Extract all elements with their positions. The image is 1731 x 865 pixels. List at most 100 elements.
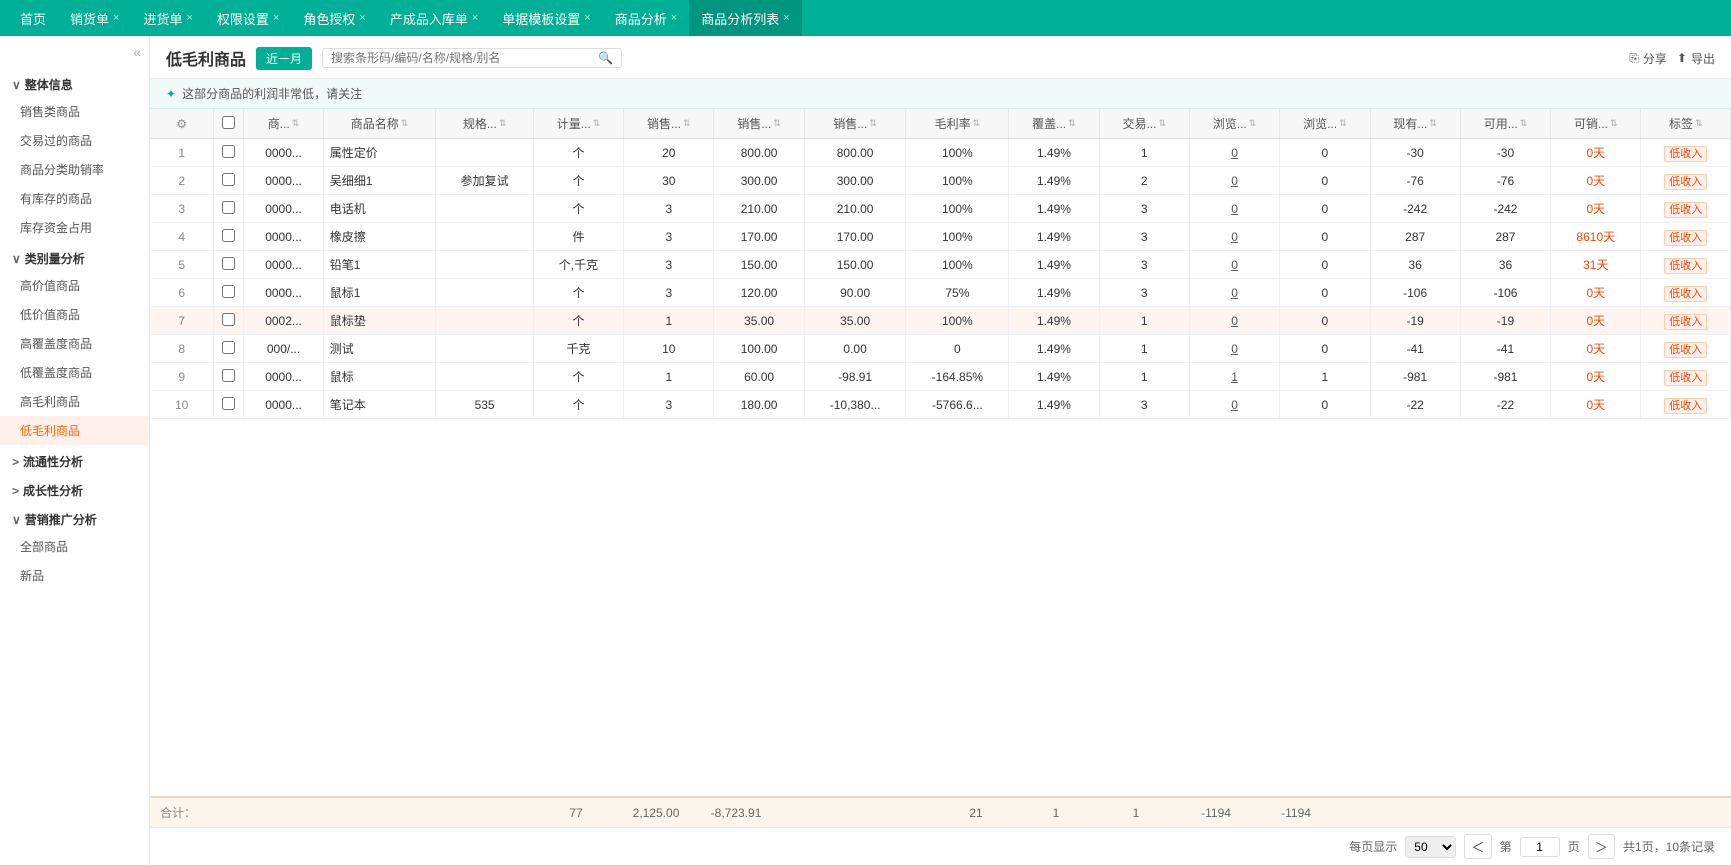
nav-close-icon[interactable]: ×: [186, 12, 192, 24]
sidebar-group-3[interactable]: > 成长性分析: [0, 474, 149, 503]
sort-icon-coverage[interactable]: ⇅: [1068, 118, 1076, 129]
share-button[interactable]: ⎘ 分享: [1629, 50, 1667, 67]
sidebar-item-全部商品[interactable]: 全部商品: [0, 532, 149, 561]
sidebar-item-低毛利商品[interactable]: 低毛利商品: [0, 416, 149, 445]
sort-icon-unit[interactable]: ⇅: [593, 118, 601, 129]
col-header-checkbox[interactable]: [214, 109, 244, 139]
sidebar-group-2[interactable]: > 流通性分析: [0, 445, 149, 474]
sidebar-group-1[interactable]: ∨ 类别量分析: [0, 242, 149, 271]
sidebar-item-新品[interactable]: 新品: [0, 561, 149, 590]
sort-icon-code[interactable]: ⇅: [292, 118, 300, 129]
row-checkbox-4[interactable]: [214, 251, 244, 279]
row-checkbox-0[interactable]: [214, 139, 244, 167]
row-checkbox-3[interactable]: [214, 223, 244, 251]
nav-close-icon[interactable]: ×: [113, 12, 119, 24]
sidebar-item-高价值商品[interactable]: 高价值商品: [0, 271, 149, 300]
search-input[interactable]: [331, 51, 598, 65]
cell-spec-6: [436, 307, 533, 335]
prev-page-button[interactable]: ＜: [1464, 834, 1491, 859]
filter-recent-month-button[interactable]: 近一月: [256, 47, 312, 70]
cell-stock-available-9: -22: [1460, 391, 1550, 419]
nav-close-icon[interactable]: ×: [584, 12, 590, 24]
search-icon[interactable]: 🔍: [598, 51, 613, 65]
cell-views1-4[interactable]: 0: [1189, 251, 1279, 279]
sidebar-group-0[interactable]: ∨ 整体信息: [0, 68, 149, 97]
sort-icon-views1[interactable]: ⇅: [1249, 118, 1257, 129]
nav-item-权限设置[interactable]: 权限设置×: [205, 0, 291, 36]
row-checkbox-6[interactable]: [214, 307, 244, 335]
row-checkbox-5[interactable]: [214, 279, 244, 307]
col-settings-icon[interactable]: ⚙: [176, 117, 187, 131]
cell-unit-6: 个: [533, 307, 623, 335]
sort-icon-stock_saleable[interactable]: ⇅: [1610, 118, 1618, 129]
nav-item-商品分析列表[interactable]: 商品分析列表×: [689, 0, 801, 36]
sort-icon-spec[interactable]: ⇅: [499, 118, 507, 129]
page-size-select[interactable]: 50 100 200: [1405, 836, 1456, 858]
sort-icon-gross_margin[interactable]: ⇅: [973, 118, 981, 129]
cell-trade-6: 1: [1099, 307, 1189, 335]
sidebar-item-库存资金占用[interactable]: 库存资金占用: [0, 213, 149, 242]
footer-views2: 1: [1096, 806, 1176, 820]
cell-views1-3[interactable]: 0: [1189, 223, 1279, 251]
sort-icon-tag[interactable]: ⇅: [1695, 118, 1703, 129]
page-number-input[interactable]: [1520, 837, 1560, 857]
nav-item-商品分析[interactable]: 商品分析×: [603, 0, 689, 36]
col-label-sales_qty: 销售...: [647, 115, 681, 132]
sidebar-item-商品分类助销率[interactable]: 商品分类助销率: [0, 155, 149, 184]
sidebar-group-4[interactable]: ∨ 营销推广分析: [0, 503, 149, 532]
cell-views1-7[interactable]: 0: [1189, 335, 1279, 363]
sort-icon-views2[interactable]: ⇅: [1339, 118, 1347, 129]
cell-views1-0[interactable]: 0: [1189, 139, 1279, 167]
cell-views1-5[interactable]: 0: [1189, 279, 1279, 307]
group-arrow-icon: >: [12, 455, 19, 469]
next-page-button[interactable]: ＞: [1588, 834, 1615, 859]
cell-views1-8[interactable]: 1: [1189, 363, 1279, 391]
nav-close-icon[interactable]: ×: [671, 12, 677, 24]
sidebar-item-交易过的商品[interactable]: 交易过的商品: [0, 126, 149, 155]
row-checkbox-8[interactable]: [214, 363, 244, 391]
sort-icon-sales_price[interactable]: ⇅: [773, 118, 781, 129]
nav-item-角色授权[interactable]: 角色授权×: [291, 0, 377, 36]
cell-sales-qty-2: 3: [624, 195, 714, 223]
cell-sales-price-7: 100.00: [714, 335, 804, 363]
sort-icon-sales_qty[interactable]: ⇅: [683, 118, 691, 129]
nav-item-进货单[interactable]: 进货单×: [131, 0, 204, 36]
nav-close-icon[interactable]: ×: [783, 12, 789, 24]
row-checkbox-9[interactable]: [214, 391, 244, 419]
sort-icon-stock_current[interactable]: ⇅: [1429, 118, 1437, 129]
select-all-checkbox[interactable]: [222, 116, 235, 129]
nav-close-icon[interactable]: ×: [472, 12, 478, 24]
sort-icon-name[interactable]: ⇅: [401, 118, 409, 129]
sort-icon-stock_available[interactable]: ⇅: [1520, 118, 1528, 129]
row-checkbox-1[interactable]: [214, 167, 244, 195]
cell-trade-2: 3: [1099, 195, 1189, 223]
sidebar-item-有库存的商品[interactable]: 有库存的商品: [0, 184, 149, 213]
cell-gross-margin-9: -5766.6...: [906, 391, 1009, 419]
sidebar-collapse-button[interactable]: «: [0, 36, 149, 68]
col-header-settings[interactable]: ⚙: [150, 109, 214, 139]
sidebar-item-高毛利商品[interactable]: 高毛利商品: [0, 387, 149, 416]
nav-close-icon[interactable]: ×: [359, 12, 365, 24]
col-header-views1: 浏览...⇅: [1189, 109, 1279, 139]
cell-views1-6[interactable]: 0: [1189, 307, 1279, 335]
row-checkbox-2[interactable]: [214, 195, 244, 223]
cell-views1-1[interactable]: 0: [1189, 167, 1279, 195]
nav-item-首页[interactable]: 首页: [8, 0, 58, 36]
nav-item-销货单[interactable]: 销货单×: [58, 0, 131, 36]
cell-views2-9: 0: [1280, 391, 1370, 419]
page-label-prefix: 第: [1500, 838, 1512, 855]
page-size-label: 每页显示: [1349, 838, 1397, 855]
sort-icon-trade[interactable]: ⇅: [1158, 118, 1166, 129]
sidebar-item-高覆盖度商品[interactable]: 高覆盖度商品: [0, 329, 149, 358]
nav-item-产成品入库单[interactable]: 产成品入库单×: [378, 0, 490, 36]
sidebar-item-销售类商品[interactable]: 销售类商品: [0, 97, 149, 126]
sidebar-item-低价值商品[interactable]: 低价值商品: [0, 300, 149, 329]
sort-icon-sales_amount[interactable]: ⇅: [869, 118, 877, 129]
export-button[interactable]: ⬆ 导出: [1677, 50, 1715, 67]
nav-close-icon[interactable]: ×: [273, 12, 279, 24]
nav-item-单据模板设置[interactable]: 单据模板设置×: [490, 0, 602, 36]
cell-views1-9[interactable]: 0: [1189, 391, 1279, 419]
sidebar-item-低覆盖度商品[interactable]: 低覆盖度商品: [0, 358, 149, 387]
cell-views1-2[interactable]: 0: [1189, 195, 1279, 223]
row-checkbox-7[interactable]: [214, 335, 244, 363]
